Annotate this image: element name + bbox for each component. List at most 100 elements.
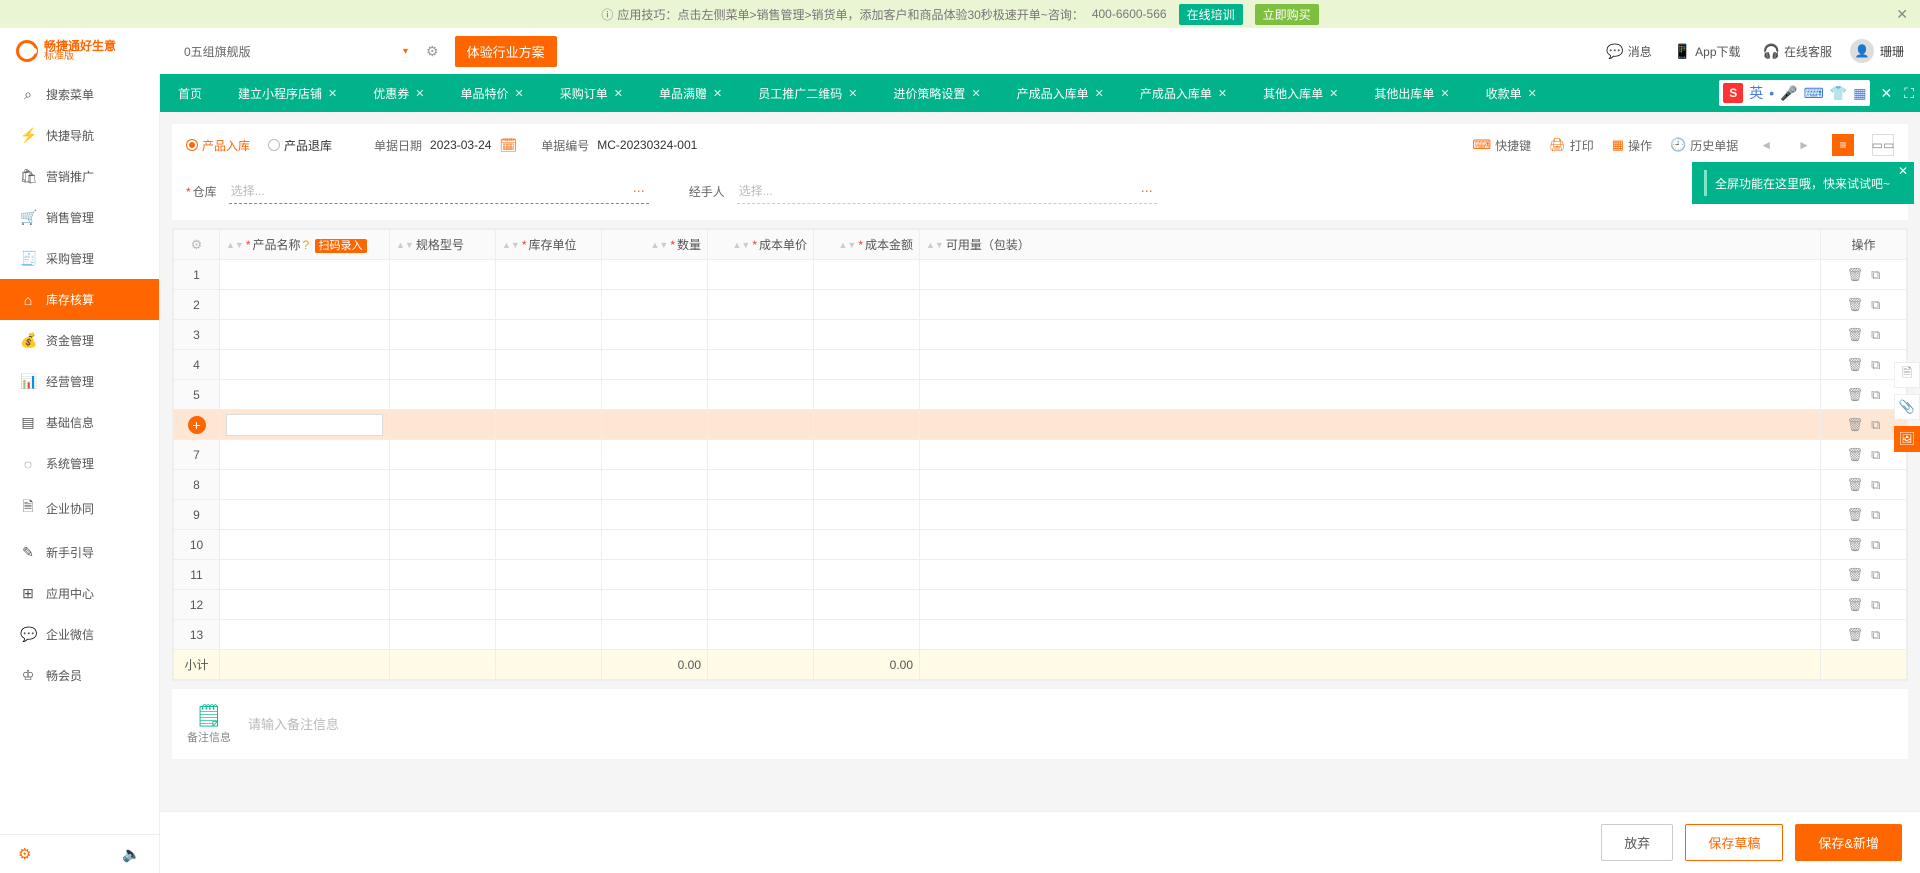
tab-close-icon[interactable]: ✕ — [1874, 85, 1898, 102]
warehouse-select[interactable]: 选择... ⋯ — [229, 178, 649, 204]
ime-dot-icon[interactable]: • — [1769, 85, 1774, 101]
table-row[interactable]: 12🗑⧉ — [174, 590, 1907, 620]
tab-close-icon[interactable]: ✕ — [1329, 87, 1338, 100]
save-draft-button[interactable]: 保存草稿 — [1685, 824, 1783, 861]
copy-row-icon[interactable]: ⧉ — [1871, 297, 1880, 312]
delete-row-icon[interactable]: 🗑 — [1847, 267, 1864, 282]
tab-home[interactable]: 首页 — [160, 74, 220, 112]
sidebar-item-11[interactable]: ✎新手引导 — [0, 532, 159, 573]
date-value[interactable]: 2023-03-24 — [430, 138, 491, 152]
tab-4[interactable]: 单品满赠✕ — [641, 74, 740, 112]
copy-row-icon[interactable]: ⧉ — [1871, 477, 1880, 492]
tab-close-icon[interactable]: ✕ — [515, 87, 524, 100]
tab-close-icon[interactable]: ✕ — [415, 87, 424, 100]
tab-close-icon[interactable]: ✕ — [713, 87, 722, 100]
delete-row-icon[interactable]: 🗑 — [1847, 327, 1864, 342]
remark-input[interactable] — [248, 717, 1894, 732]
delete-row-icon[interactable]: 🗑 — [1847, 627, 1864, 642]
sidebar-item-8[interactable]: ▤基础信息 — [0, 402, 159, 443]
settings-icon[interactable]: ⚙ — [18, 845, 31, 863]
sidebar-item-1[interactable]: ⚡快捷导航 — [0, 115, 159, 156]
online-support-link[interactable]: 🎧在线客服 — [1763, 43, 1832, 60]
tab-6[interactable]: 进价策略设置✕ — [875, 74, 998, 112]
org-selector[interactable]: 0五组旗舰版 ▾ — [176, 36, 416, 66]
tab-7[interactable]: 产成品入库单✕ — [999, 74, 1122, 112]
sidebar-item-5[interactable]: ⌂库存核算 — [0, 279, 159, 320]
tab-close-icon[interactable]: ✕ — [1095, 87, 1104, 100]
close-announcement-icon[interactable]: ✕ — [1896, 6, 1908, 23]
table-row[interactable]: 4🗑⧉ — [174, 350, 1907, 380]
tab-close-icon[interactable]: ✕ — [328, 87, 337, 100]
tab-9[interactable]: 其他入库单✕ — [1245, 74, 1356, 112]
tab-1[interactable]: 优惠券✕ — [355, 74, 442, 112]
delete-row-icon[interactable]: 🗑 — [1847, 477, 1864, 492]
tab-11[interactable]: 收款单✕ — [1468, 74, 1555, 112]
sidebar-item-14[interactable]: ♔畅会员 — [0, 655, 159, 696]
delete-row-icon[interactable]: 🗑 — [1847, 417, 1864, 432]
next-doc-icon[interactable]: ► — [1794, 138, 1814, 152]
fullscreen-icon[interactable]: ⛶ — [1898, 85, 1920, 102]
ime-mic-icon[interactable]: 🎤 — [1780, 85, 1797, 102]
copy-row-icon[interactable]: ⧉ — [1871, 327, 1880, 342]
tab-2[interactable]: 单品特价✕ — [442, 74, 541, 112]
buy-now-button[interactable]: 立即购买 — [1255, 4, 1319, 25]
copy-row-icon[interactable]: ⧉ — [1871, 627, 1880, 642]
pin-doc-icon[interactable]: 🗎 — [1894, 362, 1920, 388]
sidebar-item-4[interactable]: 🧾采购管理 — [0, 238, 159, 279]
scan-input-button[interactable]: 扫码录入 — [315, 239, 367, 253]
copy-row-icon[interactable]: ⧉ — [1871, 417, 1880, 432]
add-row-icon[interactable]: + — [188, 416, 206, 434]
tab-5[interactable]: 员工推广二维码✕ — [740, 74, 875, 112]
app-download-link[interactable]: 📱App下载 — [1674, 43, 1741, 60]
tab-close-icon[interactable]: ✕ — [614, 87, 623, 100]
sidebar-item-10[interactable]: 🗎企业协同 — [0, 484, 159, 532]
copy-row-icon[interactable]: ⧉ — [1871, 597, 1880, 612]
copy-row-icon[interactable]: ⧉ — [1871, 447, 1880, 462]
tab-3[interactable]: 采购订单✕ — [542, 74, 641, 112]
tab-close-icon[interactable]: ✕ — [1440, 87, 1449, 100]
table-row[interactable]: 2🗑⧉ — [174, 290, 1907, 320]
card-view-icon[interactable]: ▭▭ — [1872, 134, 1894, 156]
delete-row-icon[interactable]: 🗑 — [1847, 597, 1864, 612]
radio-product-out[interactable]: 产品退库 — [268, 137, 332, 154]
table-row[interactable]: 11🗑⧉ — [174, 560, 1907, 590]
print-link[interactable]: 🖨打印 — [1549, 137, 1594, 154]
tab-0[interactable]: 建立小程序店铺✕ — [220, 74, 355, 112]
sidebar-item-9[interactable]: ◌系统管理 — [0, 443, 159, 484]
copy-row-icon[interactable]: ⧉ — [1871, 357, 1880, 372]
ime-keyboard-icon[interactable]: ⌨ — [1804, 85, 1824, 102]
prev-doc-icon[interactable]: ◄ — [1756, 138, 1776, 152]
copy-row-icon[interactable]: ⧉ — [1871, 537, 1880, 552]
sidebar-item-13[interactable]: 💬企业微信 — [0, 614, 159, 655]
tab-8[interactable]: 产成品入库单✕ — [1122, 74, 1245, 112]
pin-attach-icon[interactable]: 📎 — [1894, 394, 1920, 420]
org-settings-icon[interactable]: ⚙ — [426, 43, 439, 60]
tab-close-icon[interactable]: ✕ — [971, 87, 980, 100]
copy-row-icon[interactable]: ⧉ — [1871, 567, 1880, 582]
calendar-icon[interactable]: 🗓 — [499, 137, 517, 154]
delete-row-icon[interactable]: 🗑 — [1847, 447, 1864, 462]
operate-link[interactable]: ▦操作 — [1612, 137, 1652, 154]
sidebar-item-0[interactable]: ⌕搜索菜单 — [0, 74, 159, 115]
ime-grid-icon[interactable]: ▦ — [1853, 85, 1866, 102]
help-icon[interactable]: ? — [303, 238, 310, 252]
ime-skin-icon[interactable]: 👕 — [1830, 85, 1847, 102]
copy-row-icon[interactable]: ⧉ — [1871, 507, 1880, 522]
copy-row-icon[interactable]: ⧉ — [1871, 387, 1880, 402]
table-row[interactable]: 9🗑⧉ — [174, 500, 1907, 530]
pin-image-icon[interactable]: 🖼 — [1894, 426, 1920, 452]
handler-select[interactable]: 选择... ⋯ — [737, 178, 1157, 204]
try-industry-button[interactable]: 体验行业方案 — [455, 36, 557, 67]
table-row[interactable]: 5🗑⧉ — [174, 380, 1907, 410]
delete-row-icon[interactable]: 🗑 — [1847, 387, 1864, 402]
tab-10[interactable]: 其他出库单✕ — [1356, 74, 1467, 112]
sidebar-item-6[interactable]: 💰资金管理 — [0, 320, 159, 361]
close-tip-icon[interactable]: ✕ — [1898, 164, 1908, 178]
sidebar-item-12[interactable]: ⊞应用中心 — [0, 573, 159, 614]
table-row[interactable]: 13🗑⧉ — [174, 620, 1907, 650]
radio-product-in[interactable]: 产品入库 — [186, 137, 250, 154]
messages-link[interactable]: 💬消息 — [1606, 43, 1651, 60]
ime-lang-label[interactable]: 英 — [1749, 83, 1763, 103]
table-row[interactable]: 7🗑⧉ — [174, 440, 1907, 470]
table-settings-icon[interactable]: ⚙ — [191, 237, 203, 252]
